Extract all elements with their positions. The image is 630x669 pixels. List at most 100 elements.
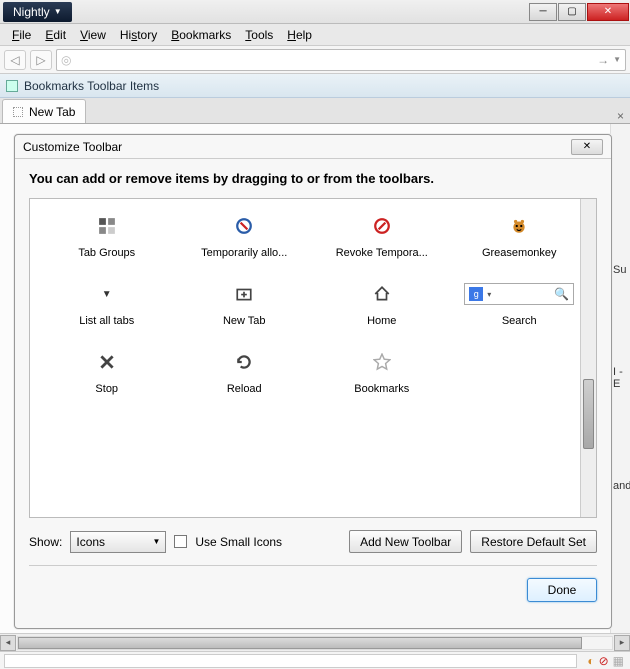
item-label: New Tab [223,315,266,327]
go-arrow-icon[interactable]: → [597,53,609,67]
customize-toolbar-dialog: Customize Toolbar ✕ You can add or remov… [14,134,612,629]
item-home[interactable]: Home [313,283,451,327]
horizontal-scrollbar[interactable]: ◂ ▸ [0,633,630,651]
status-icons: ◐ ⊘ ▦ [581,654,630,668]
app-title: Nightly [13,5,50,19]
maximize-button[interactable]: ▢ [558,3,586,21]
item-temporarily-allow[interactable]: Temporarily allo... [176,215,314,259]
bookmarks-toolbar-label: Bookmarks Toolbar Items [24,79,159,93]
menu-view[interactable]: View [74,26,112,44]
item-reload[interactable]: Reload [176,351,314,395]
window-titlebar: Nightly ▼ ─ ▢ ✕ [0,0,630,24]
item-label: Home [367,315,396,327]
toolbar-item-grid: Tab Groups Temporarily allo... Revoke Te… [30,199,596,411]
item-bookmarks[interactable]: Bookmarks [313,351,451,395]
bookmarks-toolbar-icon [6,80,18,92]
stop-icon [98,351,116,373]
dialog-close-button[interactable]: ✕ [571,139,603,155]
status-noscript-icon[interactable]: ⊘ [599,654,609,668]
menu-edit[interactable]: Edit [39,26,72,44]
noscript-allow-icon [235,215,253,237]
menu-history[interactable]: History [114,26,163,44]
back-button[interactable]: ◁ [4,50,26,70]
dialog-done-row: Done [15,570,611,612]
dialog-title-text: Customize Toolbar [23,140,122,154]
dialog-instruction: You can add or remove items by dragging … [15,159,611,198]
app-menu-button[interactable]: Nightly ▼ [3,2,72,22]
magnifier-icon: 🔍 [554,287,569,301]
bookmarks-toolbar[interactable]: Bookmarks Toolbar Items [0,74,630,98]
restore-default-set-button[interactable]: Restore Default Set [470,530,597,553]
dialog-titlebar: Customize Toolbar ✕ [15,135,611,159]
show-label: Show: [29,535,62,549]
item-revoke-temporary[interactable]: Revoke Tempora... [313,215,451,259]
site-identity-icon: ◎ [61,53,71,67]
item-tab-groups[interactable]: Tab Groups [38,215,176,259]
window-controls: ─ ▢ ✕ [529,3,630,21]
urlbar-go-group: → ▼ [597,53,621,67]
dialog-separator [29,565,597,566]
item-new-tab[interactable]: New Tab [176,283,314,327]
scroll-track[interactable] [17,636,613,650]
item-label: Search [502,315,537,327]
tab-groups-icon [98,215,116,237]
item-greasemonkey[interactable]: Greasemonkey [451,215,589,259]
scroll-left-button[interactable]: ◂ [0,635,16,651]
show-mode-select[interactable]: Icons ▼ [70,531,166,553]
forward-button[interactable]: ▷ [30,50,52,70]
status-text-field [4,654,577,668]
item-label: Stop [95,383,118,395]
navigation-toolbar: ◁ ▷ ◎ → ▼ [0,46,630,74]
item-panel-scrollbar[interactable] [580,199,596,517]
tab-strip: New Tab × [0,98,630,124]
close-button[interactable]: ✕ [587,3,629,21]
menu-file[interactable]: File [6,26,37,44]
dropdown-icon[interactable]: ▼ [613,55,621,64]
item-label: Bookmarks [354,383,409,395]
menu-help[interactable]: Help [281,26,318,44]
show-select-value: Icons [76,535,105,549]
noscript-revoke-icon [373,215,391,237]
star-icon [373,351,391,373]
scroll-right-button[interactable]: ▸ [614,635,630,651]
sidebar-fragment: Su I - E and [610,124,630,633]
status-bar: ◐ ⊘ ▦ [0,651,630,669]
item-label: Revoke Tempora... [336,247,428,259]
item-search[interactable]: g ▾ 🔍 Search [451,283,589,327]
scrollbar-thumb[interactable] [583,379,594,449]
menu-tools[interactable]: Tools [239,26,279,44]
home-icon [373,283,391,305]
scroll-thumb[interactable] [18,637,582,649]
tab-title: New Tab [29,105,75,119]
minimize-button[interactable]: ─ [529,3,557,21]
content-area: Su I - E and Customize Toolbar ✕ You can… [0,124,630,633]
dropdown-icon: ▼ [152,537,160,546]
item-list-all-tabs[interactable]: ▼ List all tabs [38,283,176,327]
item-label: Tab Groups [78,247,135,259]
item-label: Greasemonkey [482,247,557,259]
reload-icon [235,351,253,373]
greasemonkey-icon [510,215,528,237]
url-bar[interactable]: ◎ → ▼ [56,49,626,71]
menu-bookmarks[interactable]: Bookmarks [165,26,237,44]
item-label: Temporarily allo... [201,247,287,259]
item-label: List all tabs [79,315,134,327]
tabstrip-close-button[interactable]: × [617,109,624,123]
item-label: Reload [227,383,262,395]
tab-newtab[interactable]: New Tab [2,99,86,123]
dropdown-icon: ▾ [487,290,491,299]
add-new-toolbar-button[interactable]: Add New Toolbar [349,530,462,553]
tab-favicon [13,107,23,117]
done-button[interactable]: Done [527,578,597,602]
item-stop[interactable]: Stop [38,351,176,395]
toolbar-item-panel: Tab Groups Temporarily allo... Revoke Te… [29,198,597,518]
status-greasemonkey-icon[interactable]: ◐ [587,654,594,668]
google-icon: g [469,287,483,301]
new-tab-icon [235,283,253,305]
status-extra-icon[interactable]: ▦ [613,654,624,668]
use-small-icons-label: Use Small Icons [195,535,282,549]
dialog-options-row: Show: Icons ▼ Use Small Icons Add New To… [15,518,611,561]
use-small-icons-checkbox[interactable] [174,535,187,548]
search-widget: g ▾ 🔍 [464,283,574,305]
menubar: File Edit View History Bookmarks Tools H… [0,24,630,46]
